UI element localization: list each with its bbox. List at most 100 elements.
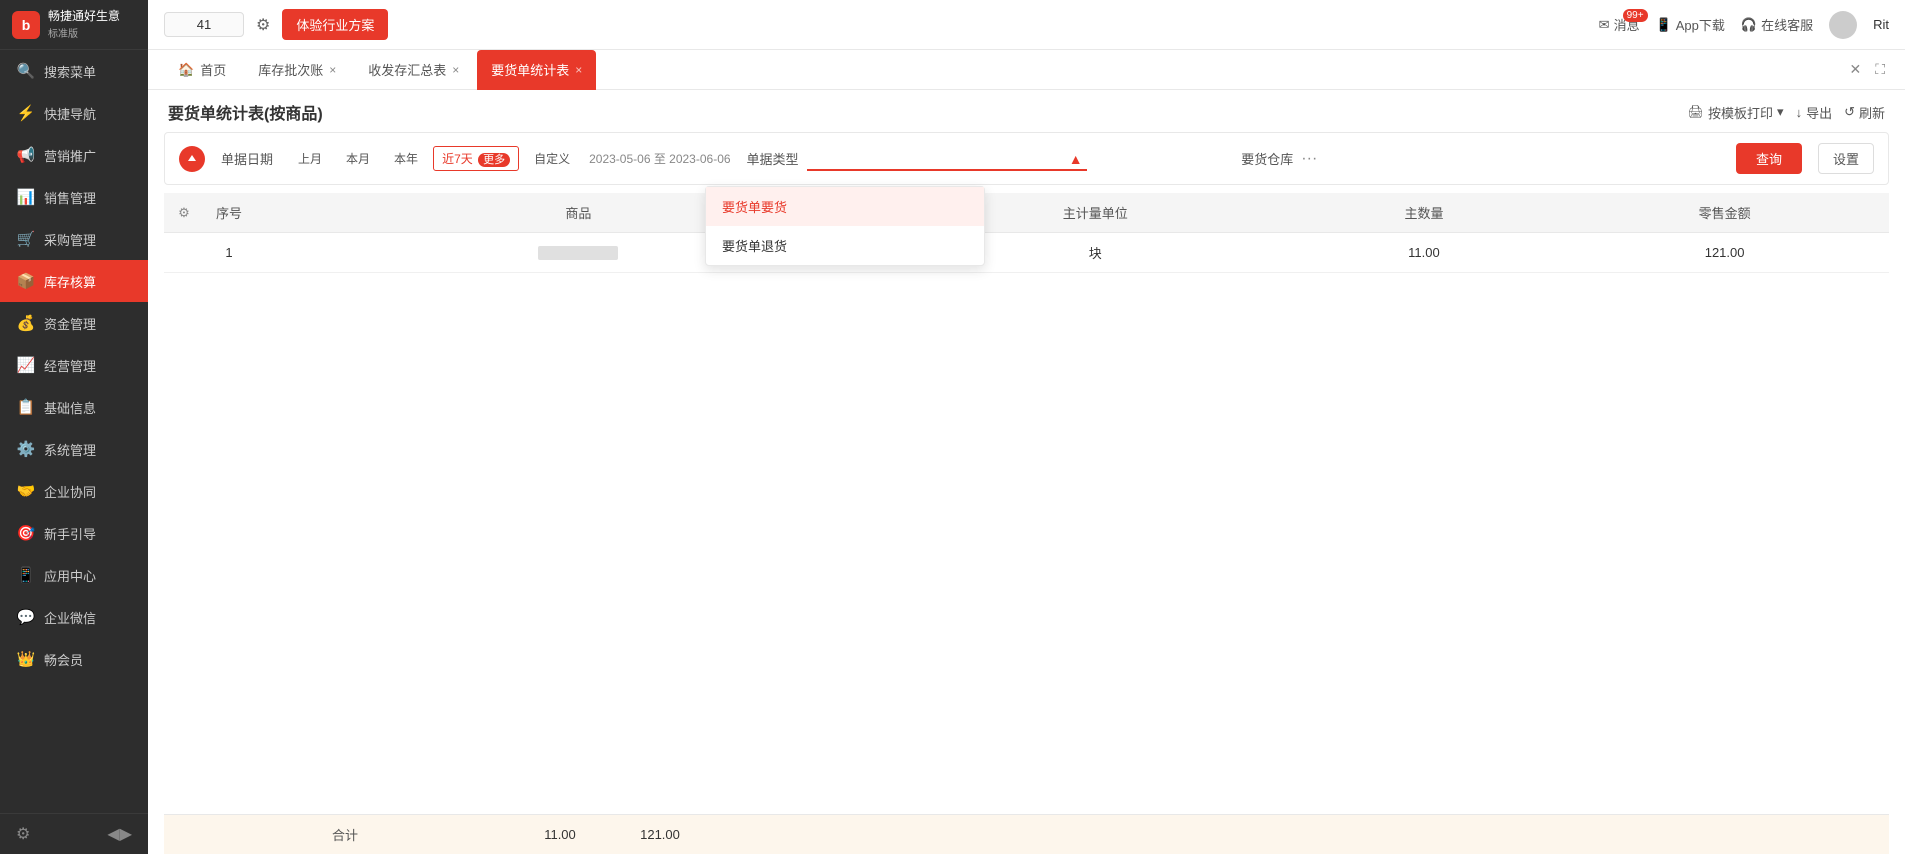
main-content: 41 ⚙ 体验行业方案 ✉ 消息 99+ 📱 App下载 🎧 在线客服 Rit	[148, 0, 1905, 854]
sidebar-item-inventory[interactable]: 📦 库存核算	[0, 260, 148, 302]
sidebar-item-finance[interactable]: 💰 资金管理	[0, 302, 148, 344]
sidebar-item-system[interactable]: ⚙️ 系统管理	[0, 428, 148, 470]
sidebar: b 畅捷通好生意 标准版 🔍 搜索菜单 ⚡ 快捷导航 📢 营销推广 📊 销售管理…	[0, 0, 148, 854]
warehouse-more-icon[interactable]: ···	[1301, 150, 1317, 168]
sidebar-label-search: 搜索菜单	[44, 62, 96, 81]
type-dropdown: 要货单要货 要货单退货	[705, 186, 985, 266]
period-this-month[interactable]: 本月	[337, 146, 379, 171]
print-button[interactable]: 🖨 按模板打印 ▾	[1688, 103, 1784, 122]
user-avatar	[1829, 11, 1857, 39]
export-icon: ↓	[1796, 105, 1803, 120]
sidebar-label-newbie: 新手引导	[44, 524, 96, 543]
print-icon: 🖨	[1688, 104, 1705, 120]
sidebar-item-enterprise[interactable]: 🤝 企业协同	[0, 470, 148, 512]
tab-inventory-batch[interactable]: 库存批次账 ×	[244, 50, 350, 90]
filter-expand-button[interactable]	[179, 146, 205, 172]
refresh-icon: ↺	[1844, 104, 1855, 120]
sidebar-item-member[interactable]: 👑 畅会员	[0, 638, 148, 680]
filter-warehouse-section: 要货仓库 ···	[1241, 149, 1720, 168]
sidebar-item-app-center[interactable]: 📱 应用中心	[0, 554, 148, 596]
topbar-right: ✉ 消息 99+ 📱 App下载 🎧 在线客服 Rit	[1599, 11, 1889, 39]
tab-summary-label: 收发存汇总表	[368, 60, 446, 79]
period-last-month[interactable]: 上月	[289, 146, 331, 171]
quick-nav-icon: ⚡	[16, 103, 36, 123]
tab-close-order-stats[interactable]: ×	[575, 63, 582, 77]
sidebar-item-marketing[interactable]: 📢 营销推广	[0, 134, 148, 176]
sidebar-label-purchase: 采购管理	[44, 230, 96, 249]
sidebar-item-quick-nav[interactable]: ⚡ 快捷导航	[0, 92, 148, 134]
tab-order-stats[interactable]: 要货单统计表 ×	[477, 50, 596, 90]
filter-bar: 单据日期 上月 本月 本年 近7天 更多 自定义 2023-05-06 至 20…	[164, 132, 1889, 185]
footer-quantity: 11.00	[510, 827, 610, 842]
filter-settings-button[interactable]: 设置	[1818, 143, 1874, 174]
online-service[interactable]: 🎧 在线客服	[1741, 15, 1813, 34]
topbar-gear-icon[interactable]: ⚙	[252, 11, 274, 39]
table-footer: 合计 11.00 121.00	[164, 814, 1889, 854]
trial-button[interactable]: 体验行业方案	[282, 9, 388, 40]
page-title: 要货单统计表(按商品)	[168, 100, 323, 124]
refresh-button[interactable]: ↺ 刷新	[1844, 103, 1885, 122]
sidebar-item-operation[interactable]: 📈 经营管理	[0, 344, 148, 386]
export-button[interactable]: ↓ 导出	[1796, 103, 1833, 122]
tab-home-label: 首页	[200, 60, 226, 79]
tab-summary[interactable]: 收发存汇总表 ×	[354, 50, 473, 90]
period-custom[interactable]: 自定义	[525, 146, 579, 171]
expand-tabs-icon[interactable]: ⛶	[1871, 59, 1889, 80]
tabs-right: ✕ ⛶	[1845, 59, 1889, 80]
type-input[interactable]	[807, 146, 1087, 171]
page-content: 要货单统计表(按商品) 🖨 按模板打印 ▾ ↓ 导出 ↺ 刷新	[148, 90, 1905, 854]
tab-close-summary[interactable]: ×	[452, 63, 459, 77]
tab-close-inventory-batch[interactable]: ×	[329, 63, 336, 77]
finance-icon: 💰	[16, 313, 36, 333]
home-icon: 🏠	[178, 62, 194, 78]
dropdown-option-1[interactable]: 要货单退货	[706, 226, 984, 265]
sidebar-label-sales: 销售管理	[44, 188, 96, 207]
online-service-label: 在线客服	[1761, 15, 1813, 34]
sidebar-item-basics[interactable]: 📋 基础信息	[0, 386, 148, 428]
sidebar-item-sales[interactable]: 📊 销售管理	[0, 176, 148, 218]
basics-icon: 📋	[16, 397, 36, 417]
sidebar-label-inventory: 库存核算	[44, 272, 96, 291]
col-settings[interactable]: ⚙	[164, 193, 204, 233]
tab-home[interactable]: 🏠 首页	[164, 50, 240, 90]
sidebar-label-quick-nav: 快捷导航	[44, 104, 96, 123]
sidebar-item-purchase[interactable]: 🛒 采购管理	[0, 218, 148, 260]
tab-order-stats-label: 要货单统计表	[491, 60, 569, 79]
sidebar-label-enterprise: 企业协同	[44, 482, 96, 501]
sidebar-label-system: 系统管理	[44, 440, 96, 459]
system-icon: ⚙️	[16, 439, 36, 459]
sidebar-label-app-center: 应用中心	[44, 566, 96, 585]
headset-icon: 🎧	[1741, 17, 1757, 33]
col-quantity-header: 主数量	[1288, 193, 1561, 233]
sidebar-label-basics: 基础信息	[44, 398, 96, 417]
settings-icon[interactable]: ⚙	[16, 824, 30, 844]
sidebar-collapse-icon[interactable]: ◀▶	[107, 824, 132, 844]
date-label: 单据日期	[221, 149, 273, 168]
app-download-label: App下载	[1676, 15, 1725, 34]
page-actions: 🖨 按模板打印 ▾ ↓ 导出 ↺ 刷新	[1688, 103, 1886, 122]
row-amount: 121.00	[1560, 233, 1889, 273]
period-last-7days[interactable]: 近7天 更多	[433, 146, 519, 171]
sidebar-item-corp-wechat[interactable]: 💬 企业微信	[0, 596, 148, 638]
period-this-year[interactable]: 本年	[385, 146, 427, 171]
sidebar-item-newbie[interactable]: 🎯 新手引导	[0, 512, 148, 554]
member-icon: 👑	[16, 649, 36, 669]
row-num: 1	[204, 233, 254, 273]
marketing-icon: 📢	[16, 145, 36, 165]
query-button[interactable]: 查询	[1736, 143, 1802, 174]
row-settings	[164, 233, 204, 273]
app-subtitle: 标准版	[48, 25, 120, 40]
dropdown-option-0[interactable]: 要货单要货	[706, 187, 984, 226]
col-amount-header: 零售金额	[1560, 193, 1889, 233]
refresh-label: 刷新	[1859, 103, 1885, 122]
close-all-tabs-icon[interactable]: ✕	[1845, 59, 1865, 80]
corp-wechat-icon: 💬	[16, 607, 36, 627]
sidebar-item-search[interactable]: 🔍 搜索菜单	[0, 50, 148, 92]
warehouse-label: 要货仓库	[1241, 149, 1293, 168]
type-chevron-icon[interactable]: ▲	[1069, 151, 1083, 167]
app-download[interactable]: 📱 App下载	[1656, 15, 1725, 34]
message-notif[interactable]: ✉ 消息 99+	[1599, 15, 1640, 34]
table-wrap: ⚙ 序号 商品 主计量单位 主数量 零售金额 1	[164, 193, 1889, 814]
newbie-icon: 🎯	[16, 523, 36, 543]
topbar: 41 ⚙ 体验行业方案 ✉ 消息 99+ 📱 App下载 🎧 在线客服 Rit	[148, 0, 1905, 50]
